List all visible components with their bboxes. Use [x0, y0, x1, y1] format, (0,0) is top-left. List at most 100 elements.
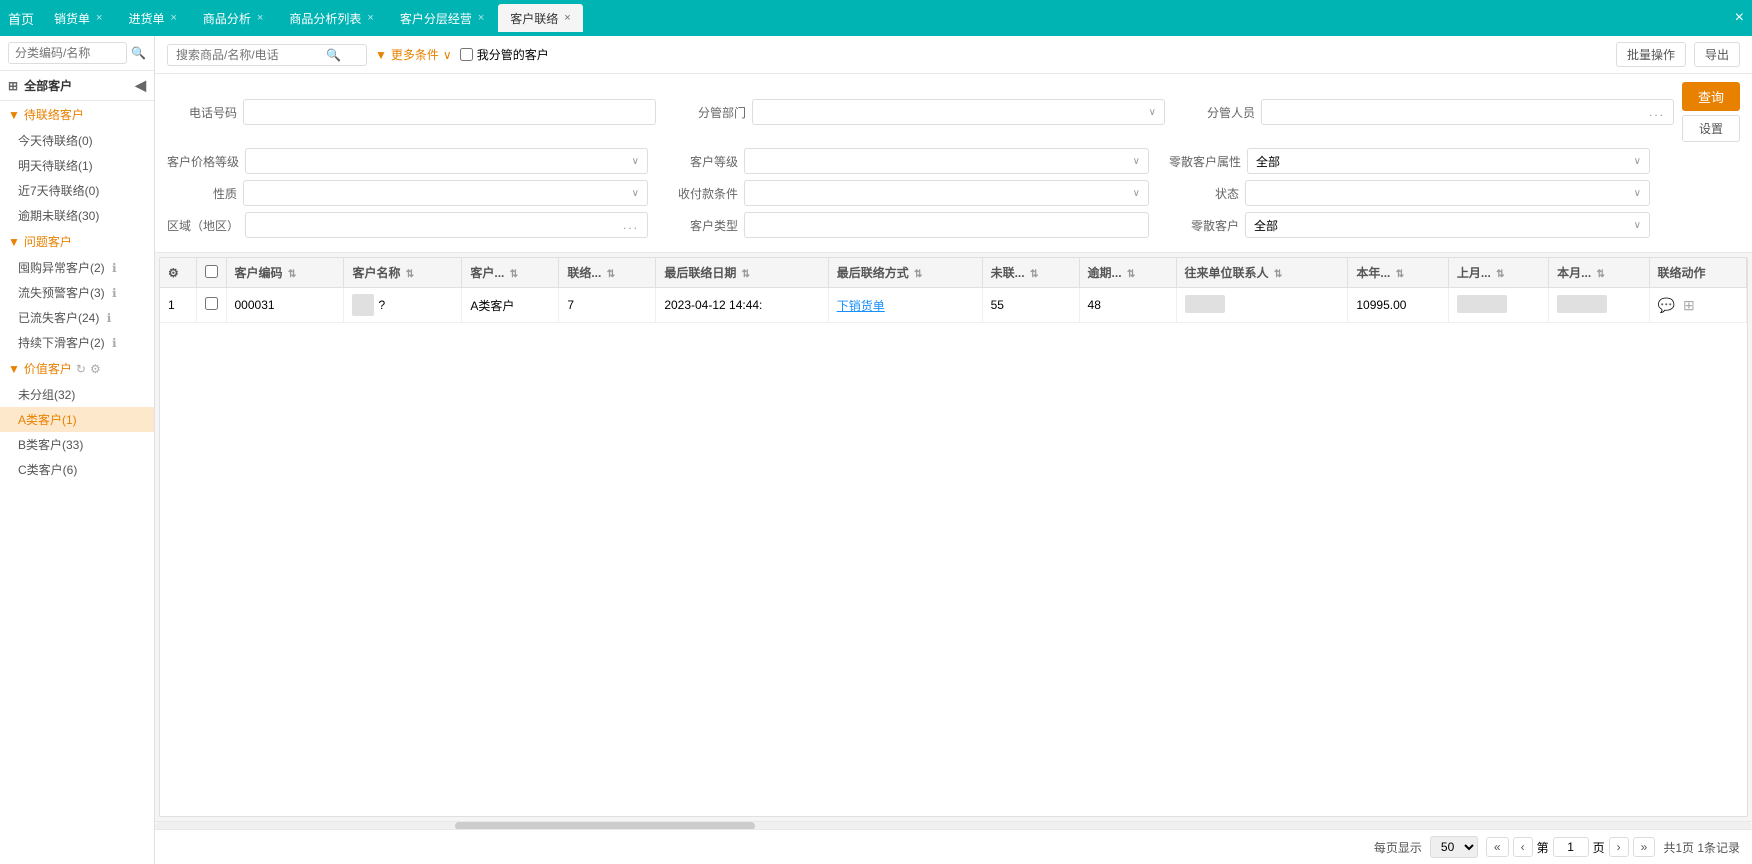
- sidebar-search-input[interactable]: [8, 42, 127, 64]
- row-last-date: 2023-04-12 14:44:: [656, 288, 828, 323]
- pagination: « ‹ 第 页 › »: [1486, 837, 1655, 857]
- sidebar-section-value[interactable]: ▼ 价值客户 ↻ ⚙: [0, 355, 154, 382]
- sidebar-item-ungrouped[interactable]: 未分组(32): [0, 382, 154, 407]
- page-size-select[interactable]: 50: [1430, 836, 1478, 858]
- my-customers-checkbox[interactable]: 我分管的客户: [460, 46, 549, 63]
- col-this-year[interactable]: 本年... ⇅: [1348, 258, 1448, 288]
- nav-tab-sales[interactable]: 销货单 ×: [42, 4, 114, 32]
- phone-input[interactable]: [243, 99, 656, 125]
- retail-attr-select[interactable]: 全部 ∨: [1247, 148, 1650, 174]
- col-overdue[interactable]: 逾期... ⇅: [1079, 258, 1176, 288]
- chevron-down-status: ∨: [1634, 188, 1641, 199]
- close-purchase-tab[interactable]: ×: [170, 12, 176, 24]
- col-contact-count[interactable]: 联络... ⇅: [559, 258, 656, 288]
- last-page-btn[interactable]: »: [1633, 837, 1656, 857]
- sidebar-item-today[interactable]: 今天待联络(0): [0, 128, 154, 153]
- col-checkbox: [196, 258, 226, 288]
- row-customer-level: A类客户: [462, 288, 559, 323]
- price-level-select[interactable]: ∨: [245, 148, 648, 174]
- nature-select[interactable]: ∨: [243, 180, 648, 206]
- this-month-avatar: [1557, 295, 1607, 313]
- sidebar-all-customers[interactable]: ⊞ 全部客户 ◀: [0, 71, 154, 101]
- col-last-date[interactable]: 最后联络日期 ⇅: [656, 258, 828, 288]
- filter-row-4: 区域（地区） ... 客户类型 零散客户: [167, 212, 1740, 238]
- first-page-btn[interactable]: «: [1486, 837, 1509, 857]
- col-this-month[interactable]: 本月... ⇅: [1549, 258, 1649, 288]
- nav-home[interactable]: 首页: [8, 9, 34, 28]
- sidebar-item-tomorrow[interactable]: 明天待联络(1): [0, 153, 154, 178]
- query-settings-group: 查询 设置: [1682, 82, 1740, 142]
- sidebar-item-declining[interactable]: 持续下滑客户(2) ℹ: [0, 330, 154, 355]
- page-number-input[interactable]: [1553, 837, 1589, 857]
- close-analysis-tab[interactable]: ×: [257, 12, 263, 24]
- sidebar-collapse-btn[interactable]: ◀: [135, 77, 146, 94]
- retail-select[interactable]: 全部 ∨: [1245, 212, 1650, 238]
- person-select[interactable]: ...: [1261, 99, 1674, 125]
- close-customer-contact-tab[interactable]: ×: [564, 12, 570, 24]
- row-checkbox[interactable]: [205, 297, 218, 310]
- filter-cell-retail-attr: 零散客户属性 全部 ∨: [1169, 148, 1650, 174]
- nav-tab-customer-contact[interactable]: 客户联络 ×: [498, 4, 582, 32]
- nav-tab-purchase[interactable]: 进货单 ×: [116, 4, 188, 32]
- sidebar-search-icon[interactable]: 🔍: [131, 46, 146, 60]
- price-level-label: 客户价格等级: [167, 153, 239, 170]
- content-area: 🔍 ▼ 更多条件 ∨ 我分管的客户 批量操作 导出 电话号码: [155, 36, 1752, 864]
- payment-select[interactable]: ∨: [744, 180, 1149, 206]
- close-analysis-list-tab[interactable]: ×: [367, 12, 373, 24]
- chevron-down-nature: ∨: [632, 188, 639, 199]
- filter-search-box[interactable]: 🔍: [167, 44, 367, 66]
- prev-page-btn[interactable]: ‹: [1513, 837, 1533, 857]
- dept-select[interactable]: ∨: [752, 99, 1165, 125]
- batch-operation-btn[interactable]: 批量操作: [1616, 42, 1686, 67]
- nav-tab-analysis-list[interactable]: 商品分析列表 ×: [277, 4, 385, 32]
- col-settings[interactable]: ⚙: [160, 258, 196, 288]
- col-last-month[interactable]: 上月... ⇅: [1448, 258, 1548, 288]
- col-customer-level[interactable]: 客户... ⇅: [462, 258, 559, 288]
- refresh-icon[interactable]: ↻: [76, 362, 86, 376]
- more-conditions-btn[interactable]: ▼ 更多条件 ∨: [375, 46, 452, 63]
- region-select[interactable]: ...: [245, 212, 648, 238]
- last-method-link[interactable]: 下销货单: [837, 299, 885, 313]
- sidebar-item-a-class[interactable]: A类客户(1): [0, 407, 154, 432]
- sidebar-item-7days[interactable]: 近7天待联络(0): [0, 178, 154, 203]
- sidebar-section-problems[interactable]: ▼ 问题客户: [0, 228, 154, 255]
- row-overdue: 48: [1079, 288, 1176, 323]
- filter-search-icon[interactable]: 🔍: [326, 48, 341, 62]
- qr-icon[interactable]: ⊞: [1683, 297, 1695, 314]
- filter-cell-dept: 分管部门 ∨: [676, 99, 1165, 125]
- close-all-tabs[interactable]: ×: [1735, 9, 1744, 27]
- retail-attr-label: 零散客户属性: [1169, 153, 1241, 170]
- row-this-month: [1549, 288, 1649, 323]
- col-last-method[interactable]: 最后联络方式 ⇅: [828, 258, 982, 288]
- chevron-down-price: ∨: [632, 156, 639, 167]
- table-row: 1 000031 ? A类客户 7 2023: [160, 288, 1747, 323]
- filter-search-input[interactable]: [176, 48, 326, 62]
- col-company-contact[interactable]: 往来单位联系人 ⇅: [1176, 258, 1348, 288]
- settings-btn[interactable]: 设置: [1682, 115, 1740, 142]
- export-btn[interactable]: 导出: [1694, 42, 1740, 67]
- select-all-checkbox[interactable]: [205, 265, 218, 278]
- sidebar-item-abnormal[interactable]: 囤购异常客户(2) ℹ: [0, 255, 154, 280]
- my-customers-check[interactable]: [460, 48, 473, 61]
- query-btn[interactable]: 查询: [1682, 82, 1740, 111]
- status-select[interactable]: ∨: [1245, 180, 1650, 206]
- sidebar-item-b-class[interactable]: B类客户(33): [0, 432, 154, 457]
- col-name[interactable]: 客户名称 ⇅: [344, 258, 462, 288]
- customer-type-input[interactable]: [744, 212, 1149, 238]
- next-page-btn[interactable]: ›: [1609, 837, 1629, 857]
- chat-icon[interactable]: 💬: [1658, 297, 1675, 314]
- settings-small-icon[interactable]: ⚙: [90, 362, 101, 376]
- nav-tab-analysis[interactable]: 商品分析 ×: [191, 4, 275, 32]
- col-uncontacted[interactable]: 未联... ⇅: [982, 258, 1079, 288]
- sidebar-item-c-class[interactable]: C类客户(6): [0, 457, 154, 482]
- close-sales-tab[interactable]: ×: [96, 12, 102, 24]
- close-customer-mgmt-tab[interactable]: ×: [478, 12, 484, 24]
- col-code[interactable]: 客户编码 ⇅: [226, 258, 344, 288]
- sidebar-item-churned[interactable]: 已流失客户(24) ℹ: [0, 305, 154, 330]
- sidebar-section-pending[interactable]: ▼ 待联络客户: [0, 101, 154, 128]
- sidebar-item-overdue[interactable]: 逾期未联络(30): [0, 203, 154, 228]
- sidebar-item-churn-warning[interactable]: 流失预警客户(3) ℹ: [0, 280, 154, 305]
- nav-tab-customer-mgmt[interactable]: 客户分层经营 ×: [388, 4, 496, 32]
- customer-level-select[interactable]: ∨: [744, 148, 1149, 174]
- chevron-down-icon: ∨: [443, 48, 452, 62]
